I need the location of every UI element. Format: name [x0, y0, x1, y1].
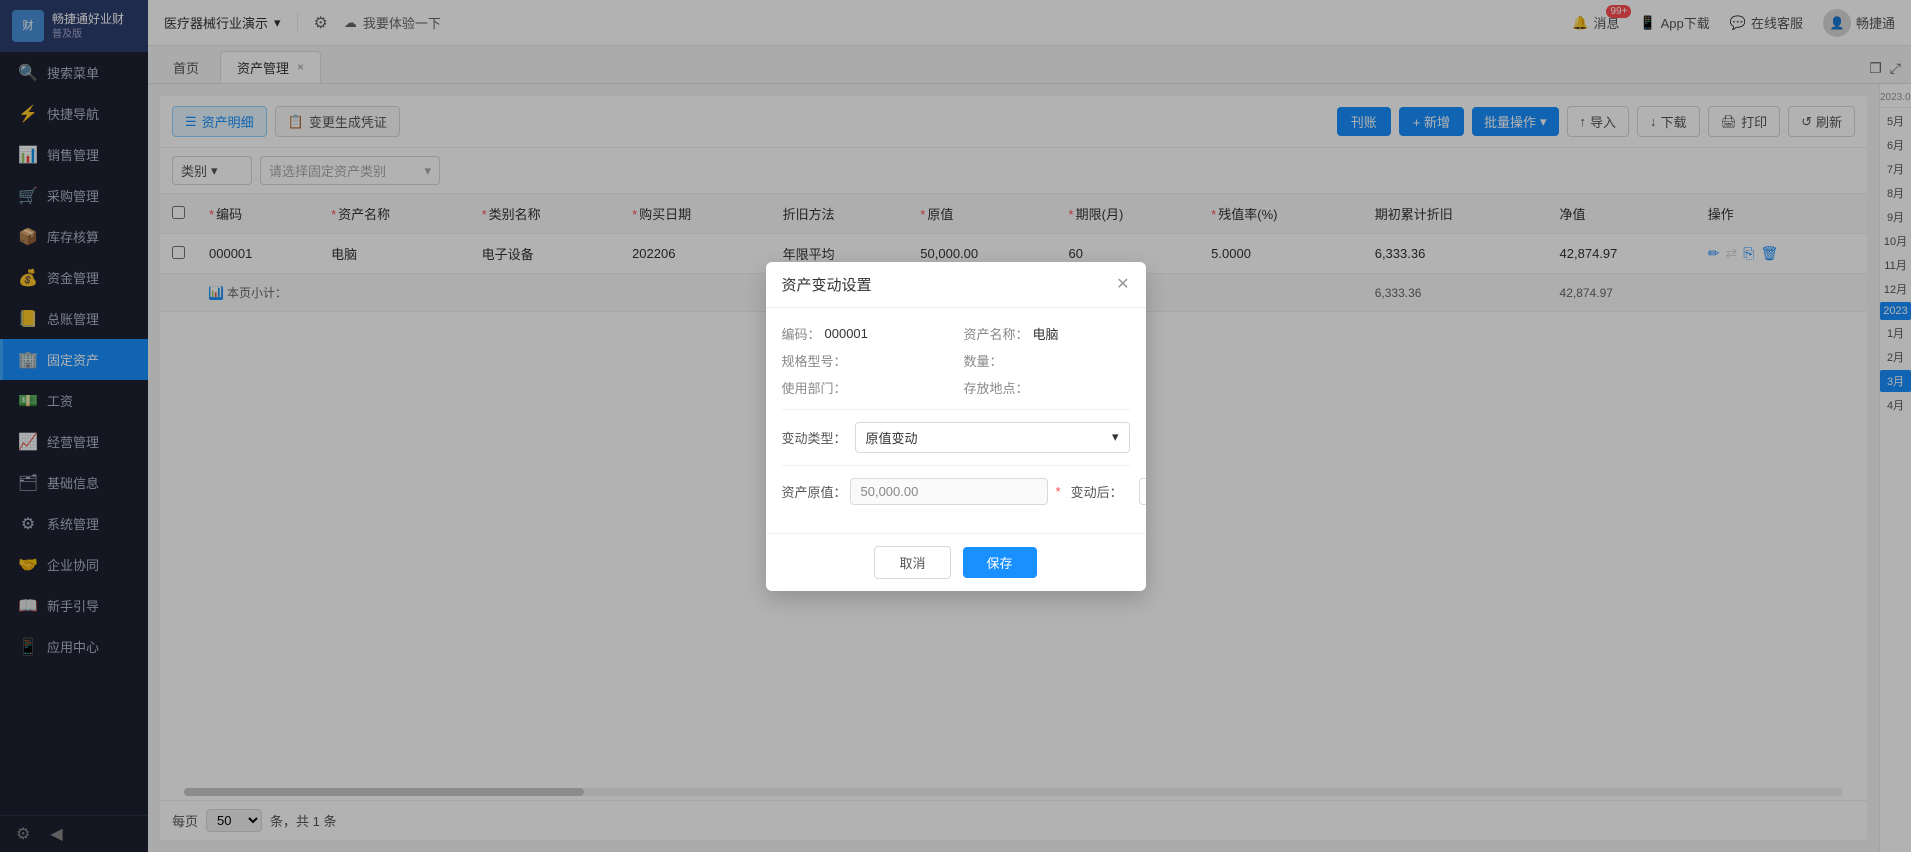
modal-code: 编码： 000001	[782, 324, 948, 343]
modal-overlay: 资产变动设置 ✕ 编码： 000001 资产名称： 电脑 规格型号： 数量：	[0, 0, 1911, 852]
modal-storage: 存放地点：	[964, 378, 1130, 397]
original-value-field: 资产原值： * 变动后：	[782, 478, 1130, 505]
modal-header: 资产变动设置 ✕	[766, 262, 1146, 308]
asset-change-modal: 资产变动设置 ✕ 编码： 000001 资产名称： 电脑 规格型号： 数量：	[766, 262, 1146, 591]
modal-divider-2	[782, 465, 1130, 466]
original-value-label: 资产原值：	[782, 482, 842, 501]
required-star: *	[1056, 484, 1061, 499]
department-label: 使用部门：	[782, 378, 847, 397]
code-label: 编码：	[782, 324, 821, 343]
modal-department: 使用部门：	[782, 378, 948, 397]
storage-label: 存放地点：	[964, 378, 1029, 397]
modal-divider	[782, 409, 1130, 410]
modal-quantity: 数量：	[964, 351, 1130, 370]
change-type-select[interactable]: 原值变动 ▾	[855, 422, 1130, 453]
change-type-field: 变动类型： 原值变动 ▾	[782, 422, 1130, 453]
modal-title: 资产变动设置	[782, 274, 872, 295]
modal-asset-name: 资产名称： 电脑	[964, 324, 1130, 343]
chevron-down-icon: ▾	[1112, 429, 1119, 445]
cancel-button[interactable]: 取消	[874, 546, 950, 579]
after-change-label: 变动后：	[1071, 482, 1131, 501]
code-value: 000001	[825, 326, 868, 341]
asset-name-label: 资产名称：	[964, 324, 1029, 343]
modal-spec: 规格型号：	[782, 351, 948, 370]
change-type-label: 变动类型：	[782, 428, 847, 447]
modal-footer: 取消 保存	[766, 533, 1146, 591]
quantity-label: 数量：	[964, 351, 1003, 370]
modal-info-grid: 编码： 000001 资产名称： 电脑 规格型号： 数量： 使用部门：	[782, 324, 1130, 397]
asset-name-value: 电脑	[1033, 324, 1059, 343]
after-change-input[interactable]	[1139, 478, 1146, 505]
modal-body: 编码： 000001 资产名称： 电脑 规格型号： 数量： 使用部门：	[766, 308, 1146, 533]
original-value-input	[850, 478, 1048, 505]
change-type-value: 原值变动	[866, 428, 918, 447]
spec-label: 规格型号：	[782, 351, 847, 370]
save-button[interactable]: 保存	[963, 547, 1037, 578]
modal-close-button[interactable]: ✕	[1116, 274, 1129, 294]
